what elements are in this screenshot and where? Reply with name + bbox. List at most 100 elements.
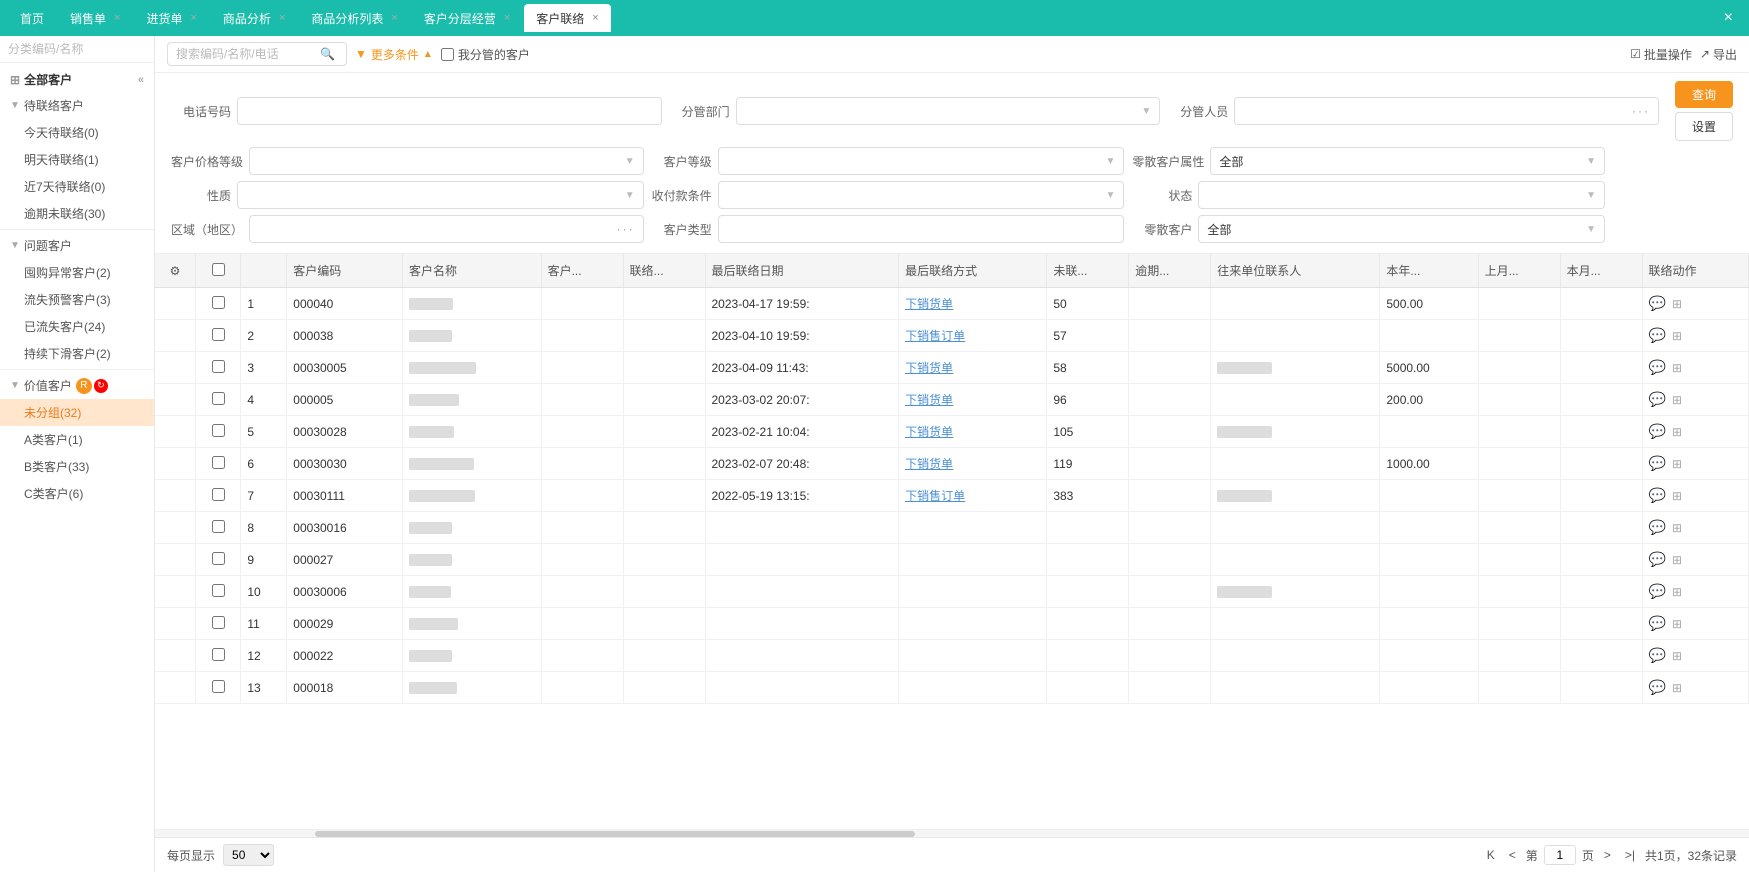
cell-last-method[interactable]: 下销货单 xyxy=(899,416,1047,448)
first-page-btn[interactable]: K xyxy=(1483,846,1499,864)
grid-icon[interactable]: ⊞ xyxy=(1672,553,1682,567)
batch-operations-btn[interactable]: ☑ 批量操作 xyxy=(1630,46,1692,63)
col-last-method[interactable]: 最后联络方式 xyxy=(899,254,1047,288)
sidebar-item-a-class[interactable]: A类客户(1) xyxy=(0,426,154,453)
col-this-month[interactable]: 本月... xyxy=(1560,254,1642,288)
tab-product-analysis-list[interactable]: 商品分析列表 × xyxy=(299,4,409,32)
window-close[interactable]: × xyxy=(1716,9,1741,27)
close-tab-product-analysis-list[interactable]: × xyxy=(391,12,397,24)
group-problem-customers[interactable]: ▼ 问题客户 xyxy=(0,232,154,259)
scrollbar-thumb[interactable] xyxy=(315,831,915,837)
message-icon[interactable]: 💬 xyxy=(1649,583,1666,600)
tab-customer-segment[interactable]: 客户分层经营 × xyxy=(412,4,522,32)
department-input[interactable]: ▼ xyxy=(736,97,1161,125)
grid-icon[interactable]: ⊞ xyxy=(1672,297,1682,311)
cell-checkbox[interactable] xyxy=(196,384,241,416)
sidebar-search-box[interactable]: 🔍 xyxy=(0,36,154,63)
search-input[interactable] xyxy=(176,47,316,61)
customer-level-input[interactable]: ▼ xyxy=(718,147,1125,175)
sidebar-item-tomorrow-contact[interactable]: 明天待联络(1) xyxy=(0,146,154,173)
last-page-btn[interactable]: >| xyxy=(1621,846,1639,864)
tab-product-analysis[interactable]: 商品分析 × xyxy=(211,4,297,32)
my-customers-check[interactable]: 我分管的客户 xyxy=(441,46,530,63)
col-action[interactable]: 联络动作 xyxy=(1642,254,1748,288)
sidebar-item-ungroup[interactable]: 未分组(32) xyxy=(0,399,154,426)
tab-purchase[interactable]: 进货单 × xyxy=(134,4,208,32)
cell-last-method[interactable]: 下销货单 xyxy=(899,448,1047,480)
per-page-select[interactable]: 50 100 xyxy=(223,844,274,866)
grid-icon[interactable]: ⊞ xyxy=(1672,457,1682,471)
export-btn[interactable]: ↗ 导出 xyxy=(1700,46,1737,63)
cell-checkbox[interactable] xyxy=(196,448,241,480)
col-last-date[interactable]: 最后联络日期 xyxy=(705,254,899,288)
customer-type-input[interactable] xyxy=(718,215,1125,243)
search-icon[interactable]: 🔍 xyxy=(320,47,335,61)
close-tab-purchase[interactable]: × xyxy=(190,12,196,24)
grid-icon[interactable]: ⊞ xyxy=(1672,617,1682,631)
payment-input[interactable]: ▼ xyxy=(718,181,1125,209)
grid-icon[interactable]: ⊞ xyxy=(1672,425,1682,439)
col-company-contact[interactable]: 往来单位联系人 xyxy=(1211,254,1380,288)
grid-icon[interactable]: ⊞ xyxy=(1672,681,1682,695)
cell-checkbox[interactable] xyxy=(196,608,241,640)
group-waiting-contact[interactable]: ▼ 待联络客户 xyxy=(0,92,154,119)
message-icon[interactable]: 💬 xyxy=(1649,359,1666,376)
cell-checkbox[interactable] xyxy=(196,416,241,448)
search-button[interactable]: 查询 xyxy=(1675,81,1733,108)
grid-icon[interactable]: ⊞ xyxy=(1672,489,1682,503)
grid-icon[interactable]: ⊞ xyxy=(1672,329,1682,343)
message-icon[interactable]: 💬 xyxy=(1649,647,1666,664)
close-tab-sales[interactable]: × xyxy=(114,12,120,24)
nature-input[interactable]: ▼ xyxy=(237,181,644,209)
phone-input[interactable] xyxy=(237,97,662,125)
retail-customer-input[interactable]: 全部 ▼ xyxy=(1198,215,1605,243)
message-icon[interactable]: 💬 xyxy=(1649,391,1666,408)
sidebar-item-c-class[interactable]: C类客户(6) xyxy=(0,480,154,507)
grid-icon[interactable]: ⊞ xyxy=(1672,521,1682,535)
region-input[interactable]: ··· xyxy=(249,215,644,243)
col-overdue[interactable]: 逾期... xyxy=(1129,254,1211,288)
message-icon[interactable]: 💬 xyxy=(1649,679,1666,696)
cell-checkbox[interactable] xyxy=(196,544,241,576)
tab-home[interactable]: 首页 xyxy=(8,4,56,32)
cell-checkbox[interactable] xyxy=(196,320,241,352)
close-tab-product-analysis[interactable]: × xyxy=(279,12,285,24)
my-customers-checkbox[interactable] xyxy=(441,48,454,61)
grid-icon[interactable]: ⊞ xyxy=(1672,649,1682,663)
more-conditions-btn[interactable]: ▼ 更多条件 ▲ xyxy=(355,46,433,63)
sidebar-item-7days-contact[interactable]: 近7天待联络(0) xyxy=(0,173,154,200)
cell-last-method[interactable] xyxy=(899,576,1047,608)
cell-last-method[interactable] xyxy=(899,640,1047,672)
col-not-contacted[interactable]: 未联... xyxy=(1047,254,1129,288)
col-name[interactable]: 客户名称 xyxy=(403,254,542,288)
cell-last-method[interactable]: 下销售订单 xyxy=(899,320,1047,352)
sidebar-item-churned[interactable]: 已流失客户(24) xyxy=(0,313,154,340)
sidebar-item-b-class[interactable]: B类客户(33) xyxy=(0,453,154,480)
select-all-checkbox[interactable] xyxy=(212,263,225,276)
message-icon[interactable]: 💬 xyxy=(1649,423,1666,440)
category-search-input[interactable] xyxy=(8,42,155,56)
message-icon[interactable]: 💬 xyxy=(1649,455,1666,472)
retail-attr-input[interactable]: 全部 ▼ xyxy=(1210,147,1605,175)
manager-input[interactable]: ··· xyxy=(1234,97,1659,125)
col-contact[interactable]: 联络... xyxy=(623,254,705,288)
cell-last-method[interactable]: 下销货单 xyxy=(899,384,1047,416)
page-input[interactable] xyxy=(1544,845,1576,865)
cell-last-method[interactable]: 下销货单 xyxy=(899,352,1047,384)
col-last-month[interactable]: 上月... xyxy=(1478,254,1560,288)
cell-checkbox[interactable] xyxy=(196,288,241,320)
message-icon[interactable]: 💬 xyxy=(1649,487,1666,504)
horizontal-scrollbar[interactable] xyxy=(155,829,1749,837)
sidebar-item-declining[interactable]: 持续下滑客户(2) xyxy=(0,340,154,367)
tab-sales-order[interactable]: 销售单 × xyxy=(58,4,132,32)
cell-checkbox[interactable] xyxy=(196,576,241,608)
search-box[interactable]: 🔍 xyxy=(167,42,347,66)
cell-checkbox[interactable] xyxy=(196,352,241,384)
col-type[interactable]: 客户... xyxy=(541,254,623,288)
cell-last-method[interactable]: 下销售订单 xyxy=(899,480,1047,512)
cell-last-method[interactable] xyxy=(899,544,1047,576)
grid-icon[interactable]: ⊞ xyxy=(1672,393,1682,407)
cell-checkbox[interactable] xyxy=(196,512,241,544)
group-value-customers[interactable]: ▼ 价值客户 R ↻ xyxy=(0,372,154,399)
cell-checkbox[interactable] xyxy=(196,640,241,672)
